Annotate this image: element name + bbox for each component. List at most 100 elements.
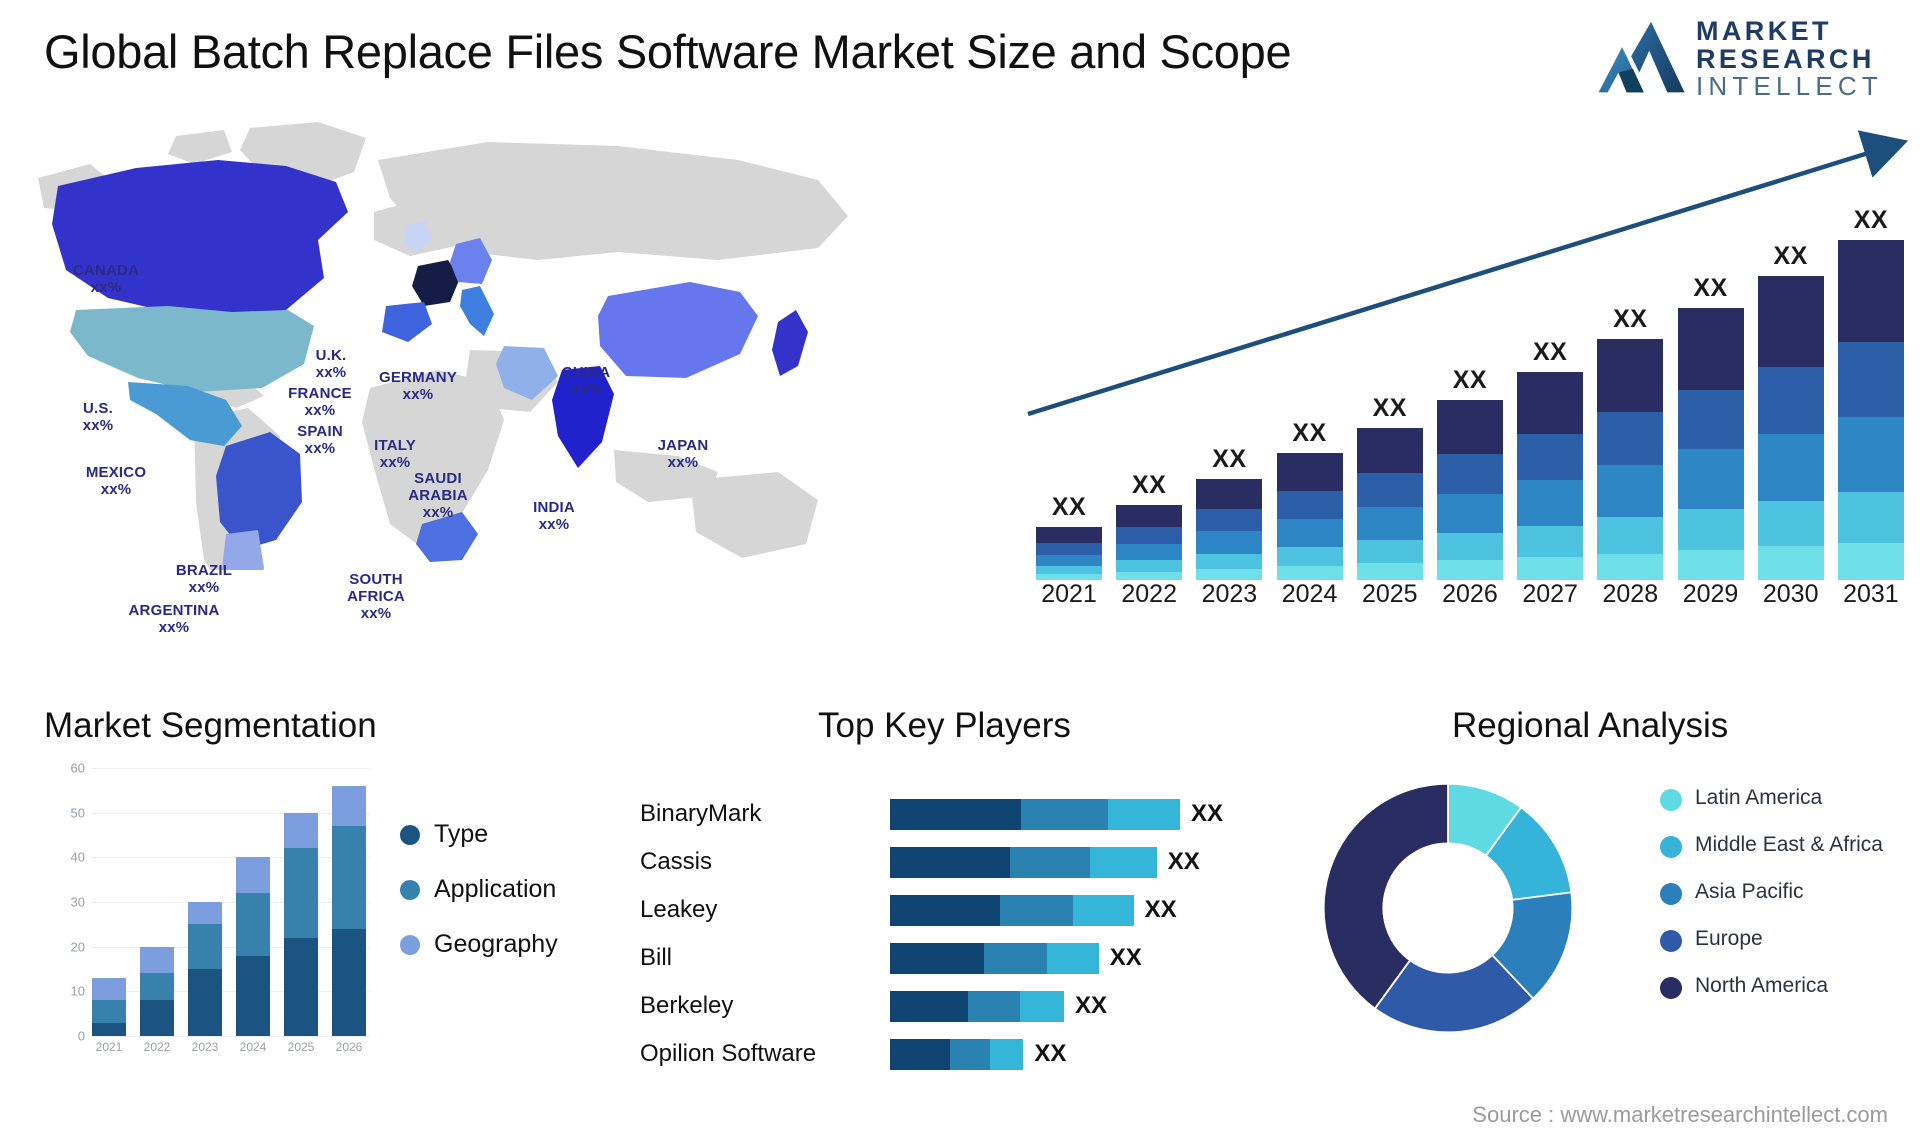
key-player-bar-segment — [968, 990, 1021, 1022]
forecast-bar-segment — [1597, 464, 1664, 518]
forecast-bar-segment — [1436, 454, 1503, 494]
forecast-bar-segment — [1036, 554, 1102, 567]
key-player-bar-segment — [999, 894, 1073, 926]
segmentation-legend: Type Application Geography — [400, 820, 558, 985]
logo-line-research: RESEARCH — [1696, 43, 1875, 74]
segmentation-bar-segment — [92, 977, 126, 1001]
map-country-italy — [460, 286, 494, 336]
legend-color-dot — [400, 824, 420, 845]
key-player-bar — [890, 1038, 1024, 1070]
map-label-value: xx% — [538, 515, 570, 533]
segmentation-legend-item[interactable]: Application — [400, 875, 558, 904]
segmentation-bar-segment — [332, 785, 366, 827]
forecast-bar-segment — [1757, 366, 1824, 434]
market-segmentation-chart: 0 10 20 30 40 50 60 2021 2022 2023 2024 2025 2026 — [40, 761, 370, 1073]
forecast-bar-segment — [1196, 568, 1263, 580]
key-player-bar-segment — [1020, 798, 1108, 830]
key-player-bar — [890, 846, 1157, 878]
legend-label: North America — [1695, 974, 1829, 997]
forecast-bar-segment — [1757, 500, 1824, 547]
regional-analysis-title: Regional Analysis — [1452, 706, 1729, 745]
forecast-bar — [1837, 240, 1904, 580]
forecast-bar-segment — [1677, 389, 1744, 450]
segmentation-bar-segment — [236, 955, 270, 1036]
key-player-bar-segment — [890, 990, 969, 1022]
segmentation-y-tick-label: 0 — [77, 1028, 85, 1044]
forecast-bar-column: XX — [1677, 274, 1744, 580]
forecast-year-label: 2028 — [1602, 580, 1659, 608]
legend-label: Geography — [434, 930, 558, 958]
key-player-name: Leakey — [640, 896, 718, 923]
forecast-bar-column: XX — [1036, 493, 1102, 580]
map-label-name: U.K. — [315, 347, 347, 364]
forecast-bar-segment — [1436, 493, 1503, 534]
segmentation-bar-column — [236, 768, 270, 1036]
forecast-bar-segment — [1036, 566, 1102, 575]
segmentation-bar-segment — [140, 946, 174, 974]
segmentation-bar-segment — [332, 928, 366, 1036]
key-player-row: Leakey XX — [640, 886, 1300, 934]
map-label-name: JAPAN — [657, 437, 709, 454]
segmentation-x-label: 2026 — [335, 1040, 363, 1054]
top-key-players-chart: BinaryMark XX Cassis XX Leakey XX Bill XX Berkel… — [640, 790, 1300, 1078]
forecast-bar-segment — [1116, 543, 1183, 561]
key-player-name: BinaryMark — [640, 800, 762, 827]
forecast-bar-segment — [1276, 547, 1343, 567]
map-label-name: CHINA — [561, 364, 611, 381]
forecast-year-label: 2031 — [1843, 580, 1899, 608]
forecast-bar-segment — [1116, 571, 1183, 580]
segmentation-bar-segment — [92, 1000, 126, 1023]
legend-color-dot — [1660, 836, 1682, 858]
segmentation-y-tick-label: 50 — [70, 805, 85, 821]
key-player-bar-segment — [1107, 798, 1180, 830]
forecast-bar-segment — [1677, 449, 1744, 510]
key-player-bar-segment — [950, 1038, 991, 1070]
segmentation-x-axis: 2021 2022 2023 2024 2025 2026 — [92, 1040, 366, 1054]
segmentation-bar-column — [92, 768, 126, 1036]
segmentation-legend-item[interactable]: Geography — [400, 930, 558, 959]
regional-legend-item[interactable]: Middle East & Africa — [1660, 833, 1910, 858]
segmentation-x-label: 2021 — [95, 1040, 123, 1054]
segmentation-bar-segment — [188, 902, 222, 925]
map-label-name: U.S. — [83, 400, 113, 417]
map-label-value: xx% — [188, 578, 220, 596]
forecast-bar-segment — [1196, 553, 1263, 569]
regional-legend-item[interactable]: Asia Pacific — [1660, 880, 1910, 905]
forecast-year-axis: 2021 2022 2023 2024 2025 2026 2027 2028 2029 2030… — [1036, 580, 1904, 609]
logo-line-intellect: INTELLECT — [1696, 71, 1883, 102]
key-player-value-label: XX — [1109, 944, 1142, 971]
segmentation-bar-segment — [92, 1022, 126, 1036]
forecast-bars: XX XX XX XX XX XX XX XX XX XX XX — [1036, 205, 1904, 580]
forecast-bar-value-label: XX — [1292, 419, 1327, 448]
forecast-bar-segment — [1517, 480, 1584, 526]
key-player-bar-segment — [890, 798, 1021, 830]
map-label-name: ARGENTINA — [128, 602, 220, 619]
segmentation-bar-segment — [332, 826, 366, 929]
map-label-china: CHINA xx% — [561, 364, 611, 399]
segmentation-bar-column — [188, 768, 222, 1036]
forecast-bar-value-label: XX — [1773, 241, 1808, 270]
market-size-forecast-chart: XX XX XX XX XX XX XX XX XX XX XX 2021 2022 2023 2024 2… — [1020, 120, 1908, 608]
regional-legend-item[interactable]: North America — [1660, 974, 1910, 999]
legend-color-dot — [400, 934, 420, 955]
key-player-bar — [890, 990, 1064, 1022]
forecast-bar-segment — [1517, 371, 1584, 435]
forecast-bar — [1677, 308, 1744, 580]
forecast-bar-segment — [1677, 509, 1744, 551]
regional-legend-item[interactable]: Europe — [1660, 927, 1910, 952]
segmentation-bar-segment — [284, 937, 318, 1036]
legend-color-dot — [1660, 977, 1682, 999]
forecast-bar-segment — [1517, 434, 1584, 481]
regional-legend-item[interactable]: Latin America — [1660, 786, 1910, 811]
forecast-bar-segment — [1036, 527, 1102, 544]
map-label-value: xx% — [100, 480, 132, 498]
segmentation-y-tick-label: 30 — [70, 894, 85, 910]
map-label-name: FRANCE — [288, 385, 352, 402]
map-label-name: INDIA — [533, 499, 575, 516]
key-player-value-label: XX — [1144, 896, 1177, 923]
forecast-bar-segment — [1597, 553, 1664, 580]
segmentation-legend-item[interactable]: Type — [400, 820, 558, 849]
key-player-bar-segment — [1020, 990, 1064, 1022]
map-label-u-k-: U.K. xx% — [315, 347, 347, 382]
map-country-china — [598, 282, 758, 378]
